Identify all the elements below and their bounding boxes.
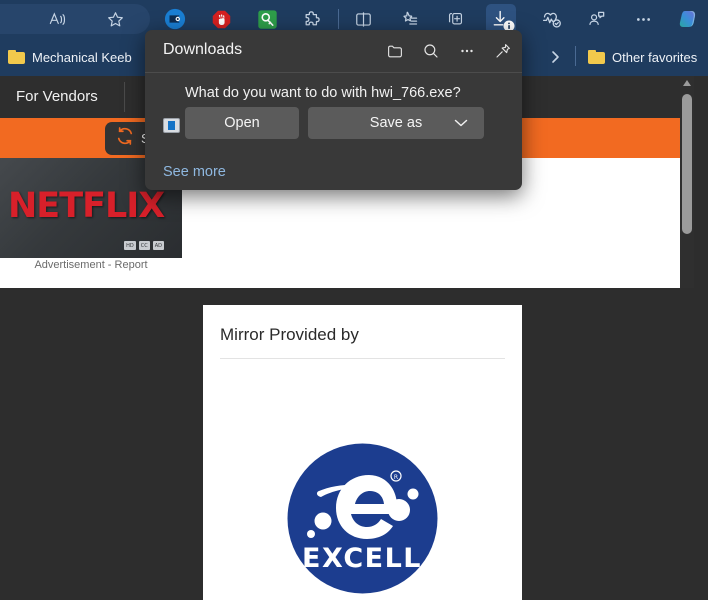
- profile-icon[interactable]: [582, 4, 612, 34]
- ad-caption[interactable]: Advertisement - Report: [0, 259, 182, 271]
- toolbar-divider: [338, 9, 339, 29]
- ad-badge: AD: [153, 241, 164, 250]
- executable-file-icon: [163, 118, 180, 133]
- svg-text:R: R: [394, 474, 398, 481]
- open-button[interactable]: Open: [185, 107, 299, 139]
- downloads-more-options-icon[interactable]: [455, 39, 479, 63]
- mirror-provider-card: Mirror Provided by R EXCELL: [203, 305, 522, 600]
- bookmark-label: Other favorites: [612, 50, 697, 65]
- chevron-down-icon[interactable]: [454, 119, 468, 128]
- folder-icon: [8, 50, 25, 64]
- bookmark-mechanical-keeb[interactable]: Mechanical Keeb: [8, 46, 132, 68]
- ad-badges: HD CC AD: [124, 241, 164, 250]
- mirror-card-title: Mirror Provided by: [220, 325, 359, 345]
- ad-badge: HD: [124, 241, 136, 250]
- favorite-star-icon[interactable]: [100, 4, 130, 34]
- netflix-wordmark: NETFLIX: [8, 186, 164, 226]
- excell-logo: R EXCELL: [286, 442, 439, 595]
- svg-text:EXCELL: EXCELL: [302, 543, 422, 574]
- flyout-divider: [145, 72, 522, 73]
- nav-item-for-vendors[interactable]: For Vendors: [16, 88, 98, 105]
- nav-divider: [124, 82, 125, 112]
- scroll-up-arrow-icon[interactable]: [680, 76, 694, 90]
- card-divider-top: [220, 358, 505, 359]
- copilot-icon[interactable]: [674, 4, 704, 34]
- read-aloud-icon[interactable]: [42, 4, 72, 34]
- ad-badge: CC: [139, 241, 150, 250]
- bookmarks-overflow-chevron-right-icon[interactable]: [545, 47, 565, 67]
- settings-more-icon[interactable]: [628, 4, 658, 34]
- open-downloads-folder-icon[interactable]: [383, 39, 407, 63]
- bookmarks-divider: [575, 46, 576, 66]
- download-prompt-text: What do you want to do with hwi_766.exe?: [185, 85, 461, 101]
- scrollbar-thumb[interactable]: [682, 94, 692, 234]
- sync-refresh-icon: [115, 126, 135, 151]
- bookmark-label: Mechanical Keeb: [32, 50, 132, 65]
- bookmark-other-favorites[interactable]: Other favorites: [588, 46, 697, 68]
- browser-essentials-icon[interactable]: [536, 4, 566, 34]
- search-downloads-icon[interactable]: [419, 39, 443, 63]
- see-more-link[interactable]: See more: [163, 164, 226, 180]
- downloads-flyout-title: Downloads: [163, 41, 242, 59]
- downloads-flyout: Downloads What do you want to do with hw…: [145, 30, 522, 190]
- folder-icon: [588, 50, 605, 64]
- pin-flyout-icon[interactable]: [491, 39, 515, 63]
- downloads-flyout-header: Downloads: [145, 30, 522, 72]
- page-scrollbar[interactable]: [680, 76, 694, 288]
- save-as-button[interactable]: Save as: [308, 107, 484, 139]
